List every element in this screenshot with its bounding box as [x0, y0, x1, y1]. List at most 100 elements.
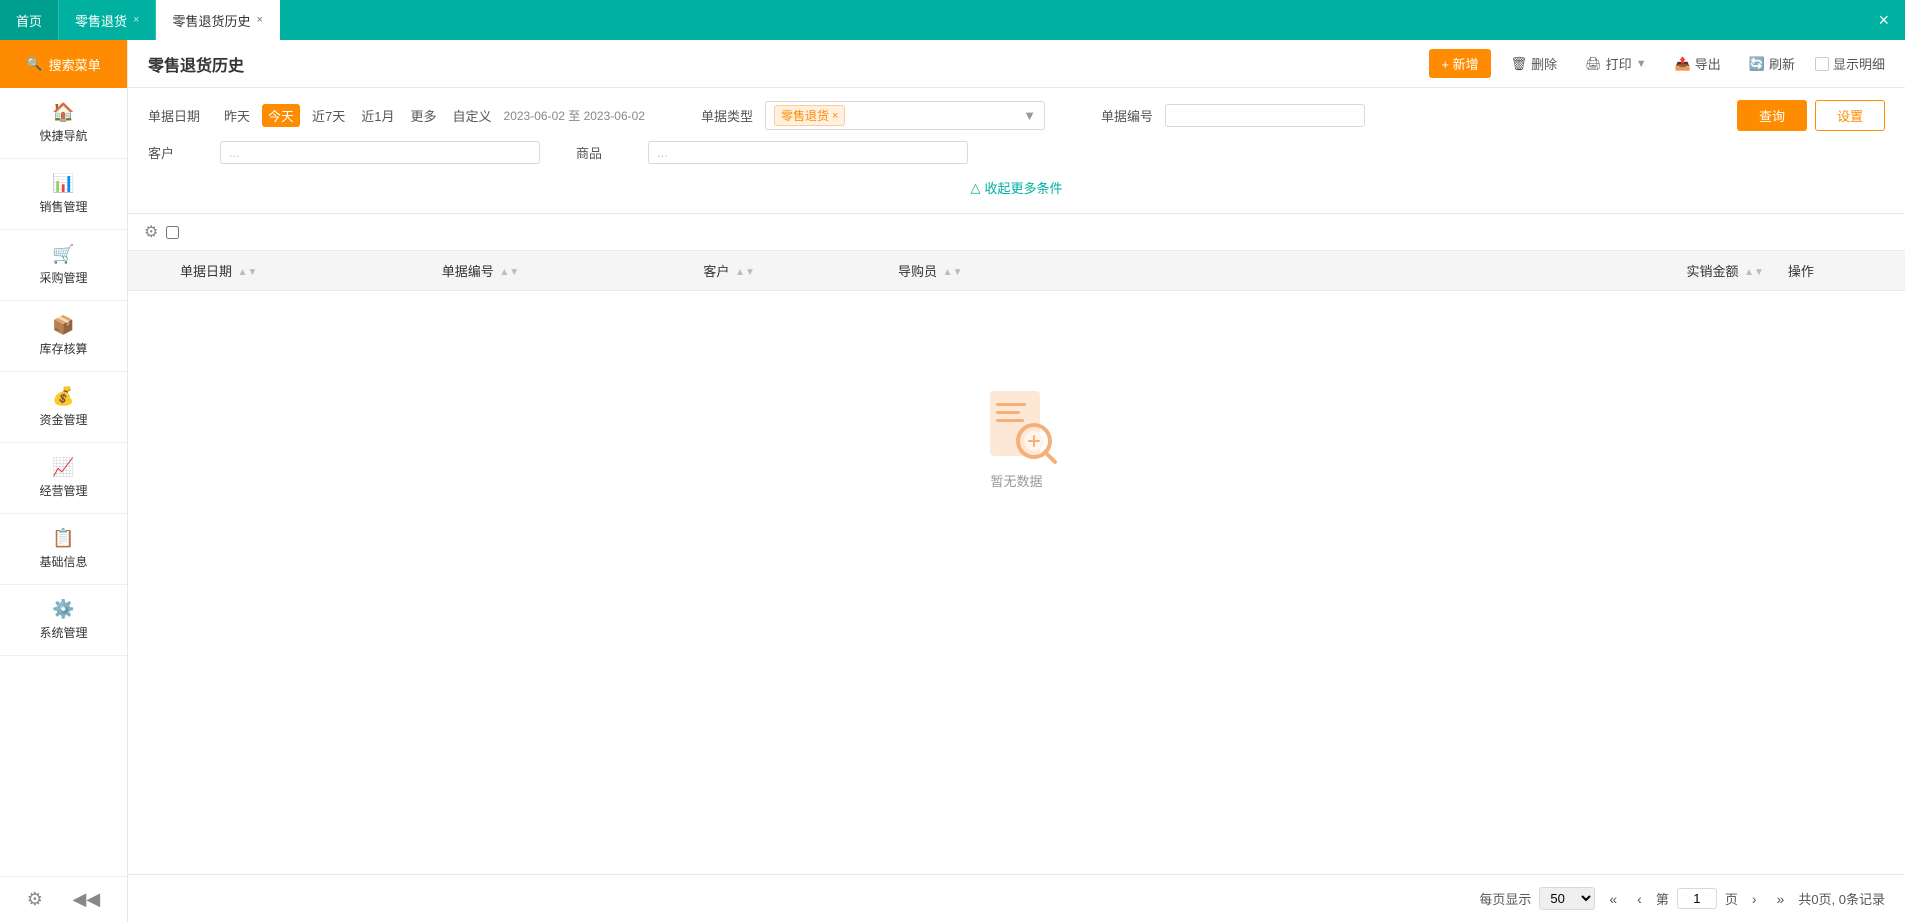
sort-icon-date: ▲▼: [238, 268, 258, 278]
purchase-icon: 🛒: [52, 244, 74, 265]
voucher-no-input[interactable]: [1165, 104, 1365, 127]
setting-button[interactable]: 设置: [1815, 100, 1885, 131]
date-btn-yesterday[interactable]: 昨天: [220, 104, 254, 127]
system-icon: ⚙️: [52, 599, 74, 620]
th-date[interactable]: 单据日期 ▲▼: [168, 251, 430, 291]
sidebar-item-system-label: 系统管理: [39, 624, 87, 641]
th-no[interactable]: 单据编号 ▲▼: [430, 251, 692, 291]
table-body: 暂无数据: [128, 291, 1905, 581]
delete-icon: 🗑: [1511, 56, 1528, 72]
sidebar-search[interactable]: 🔍 搜索菜单: [0, 40, 127, 88]
sidebar-search-label: 搜索菜单: [49, 55, 101, 74]
search-icon: 🔍: [26, 56, 42, 72]
voucher-type-filter: 单据类型 零售退货 × ▼: [701, 101, 1045, 130]
page-input[interactable]: [1677, 888, 1717, 909]
pagination-area: 每页显示 50 10 20 100 « ‹ 第 页 › » 共0页, 0条记录: [128, 874, 1905, 922]
show-detail-checkbox[interactable]: [1815, 57, 1829, 71]
first-page-button[interactable]: «: [1603, 889, 1623, 909]
filter-row-1: 单据日期 昨天 今天 近7天 近1月 更多 自定义 2023-06-02 至 2…: [148, 100, 1885, 131]
table-header: 单据日期 ▲▼ 单据编号 ▲▼ 客户 ▲▼ 导购员: [128, 251, 1905, 291]
voucher-no-filter: 单据编号: [1101, 104, 1365, 127]
sidebar-item-operations[interactable]: 📈 经营管理: [0, 443, 127, 514]
next-page-button[interactable]: ›: [1746, 889, 1763, 909]
collapse-up-icon: △: [970, 180, 980, 196]
date-btn-more[interactable]: 更多: [407, 104, 441, 127]
sidebar-item-inventory[interactable]: 📦 库存核算: [0, 301, 127, 372]
sidebar-item-sales-label: 销售管理: [39, 198, 87, 215]
sidebar-item-basic-info[interactable]: 📋 基础信息: [0, 514, 127, 585]
tab-retail-return-history[interactable]: 零售退货历史 ×: [156, 0, 279, 40]
goods-filter-label: 商品: [576, 143, 632, 162]
refresh-button[interactable]: 🔄 刷新: [1741, 50, 1803, 77]
per-page-label: 每页显示: [1479, 889, 1531, 908]
table-gear-icon[interactable]: ⚙: [144, 222, 158, 242]
tab-retail-return-close[interactable]: ×: [133, 14, 139, 26]
tabs-container: 首页 零售退货 × 零售退货历史 ×: [0, 0, 1862, 40]
date-filter-buttons: 昨天 今天 近7天 近1月 更多 自定义 2023-06-02 至 2023-0…: [220, 104, 645, 127]
last-page-button[interactable]: »: [1771, 889, 1791, 909]
voucher-type-dropdown-arrow[interactable]: ▼: [1023, 108, 1036, 123]
tab-retail-return-history-label: 零售退货历史: [172, 11, 250, 30]
audio-bottom-icon[interactable]: ◀◀: [73, 889, 101, 910]
no-data-container: 暂无数据: [140, 301, 1893, 570]
settings-bottom-icon[interactable]: ⚙: [27, 889, 43, 910]
th-check: [128, 251, 168, 291]
print-icon: 🖨: [1585, 56, 1602, 72]
filter-row-2: 客户 ... 商品 ...: [148, 141, 1885, 164]
tab-retail-return-history-close[interactable]: ×: [256, 14, 262, 26]
sidebar-item-purchase-label: 采购管理: [39, 269, 87, 286]
collapse-row: △ 收起更多条件: [148, 174, 1885, 201]
th-customer[interactable]: 客户 ▲▼: [691, 251, 886, 291]
date-btn-last1month[interactable]: 近1月: [357, 104, 398, 127]
voucher-type-tag-close[interactable]: ×: [832, 110, 838, 122]
goods-ellipsis: ...: [657, 145, 668, 160]
page-actions: + 新增 🗑 删除 🖨 打印 ▼ 📤 导出 🔄 刷新: [1429, 49, 1885, 78]
sidebar-item-finance[interactable]: 💰 资金管理: [0, 372, 127, 443]
date-btn-today[interactable]: 今天: [262, 104, 300, 127]
tab-retail-return-label: 零售退货: [75, 11, 127, 30]
prev-page-button[interactable]: ‹: [1631, 889, 1648, 909]
delete-button[interactable]: 🗑 删除: [1503, 50, 1566, 77]
sidebar-item-quick-nav[interactable]: 🏠 快捷导航: [0, 88, 127, 159]
date-btn-last7[interactable]: 近7天: [308, 104, 349, 127]
date-btn-custom[interactable]: 自定义: [449, 104, 496, 127]
no-data-text: 暂无数据: [990, 471, 1042, 490]
sidebar-item-basic-info-label: 基础信息: [39, 553, 87, 570]
th-guide[interactable]: 导购员 ▲▼: [886, 251, 1114, 291]
window-close-button[interactable]: ×: [1878, 10, 1889, 31]
sort-icon-customer: ▲▼: [735, 268, 755, 278]
sort-icon-amount: ▲▼: [1744, 268, 1764, 278]
sidebar-item-system[interactable]: ⚙️ 系统管理: [0, 585, 127, 656]
collapse-button[interactable]: △ 收起更多条件: [970, 174, 1062, 201]
tab-retail-return[interactable]: 零售退货 ×: [59, 0, 156, 40]
print-button[interactable]: 🖨 打印 ▼: [1577, 50, 1654, 77]
sidebar: 🔍 搜索菜单 🏠 快捷导航 📊 销售管理 🛒 采购管理 📦 库存核算 💰 资金管…: [0, 40, 128, 922]
no-data-row: 暂无数据: [128, 291, 1905, 581]
data-table: 单据日期 ▲▼ 单据编号 ▲▼ 客户 ▲▼ 导购员: [128, 251, 1905, 580]
page-header: 零售退货历史 + 新增 🗑 删除 🖨 打印 ▼ 📤 导出 🔄: [128, 40, 1905, 88]
th-amount[interactable]: 实销金额 ▲▼: [1514, 251, 1776, 291]
sidebar-bottom: ⚙ ◀◀: [0, 876, 127, 922]
sidebar-item-purchase[interactable]: 🛒 采购管理: [0, 230, 127, 301]
voucher-type-input[interactable]: 零售退货 × ▼: [765, 101, 1045, 130]
page-title: 零售退货历史: [148, 52, 244, 76]
voucher-date-label: 单据日期: [148, 106, 204, 125]
tab-home[interactable]: 首页: [0, 0, 59, 40]
content-area: 零售退货历史 + 新增 🗑 删除 🖨 打印 ▼ 📤 导出 🔄: [128, 40, 1905, 922]
new-button[interactable]: + 新增: [1429, 49, 1490, 78]
customer-input[interactable]: ...: [220, 141, 540, 164]
query-button[interactable]: 查询: [1737, 100, 1807, 131]
top-bar-right: ×: [1862, 0, 1905, 40]
select-all-checkbox[interactable]: [166, 226, 179, 239]
customer-filter-label: 客户: [148, 143, 204, 162]
no-data-illustration: [972, 381, 1062, 471]
voucher-no-label: 单据编号: [1101, 106, 1157, 125]
goods-input[interactable]: ...: [648, 141, 968, 164]
sidebar-item-sales[interactable]: 📊 销售管理: [0, 159, 127, 230]
voucher-type-tag-text: 零售退货: [781, 107, 829, 124]
quick-nav-icon: 🏠: [52, 102, 74, 123]
export-button[interactable]: 📤 导出: [1667, 50, 1729, 77]
finance-icon: 💰: [52, 386, 74, 407]
th-spacer: [1114, 251, 1514, 291]
per-page-select[interactable]: 50 10 20 100: [1539, 887, 1595, 910]
